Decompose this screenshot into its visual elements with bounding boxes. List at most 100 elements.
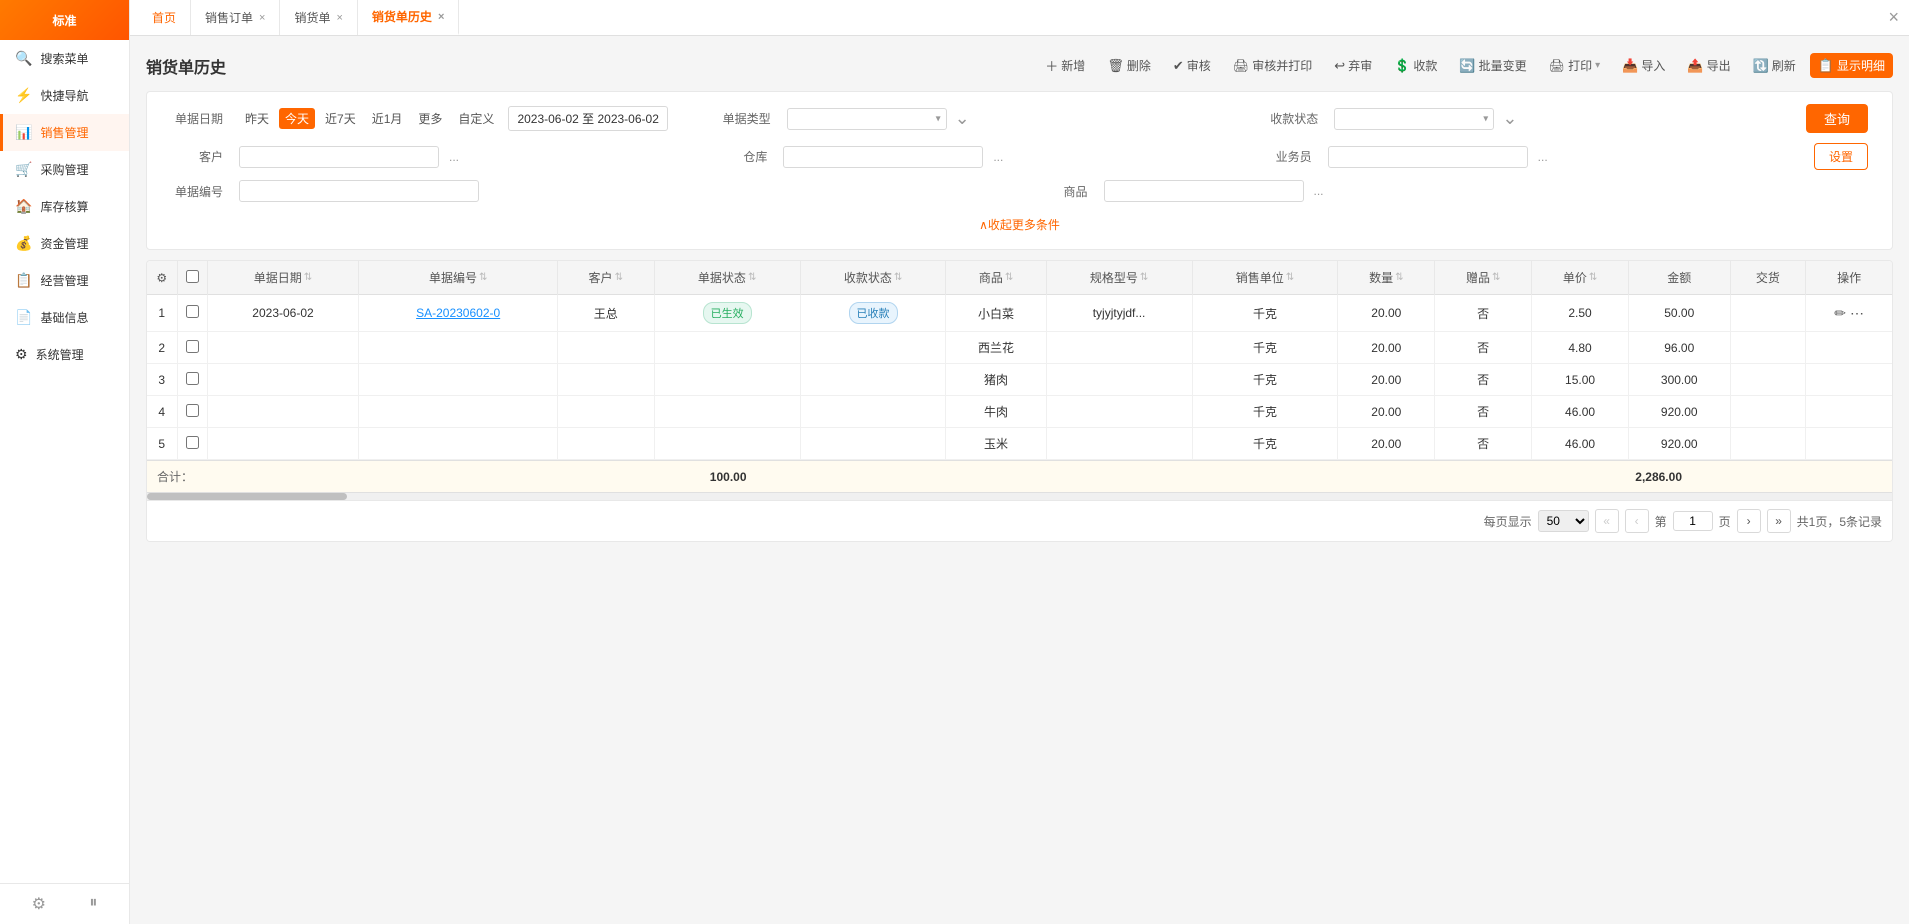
doc-type-select[interactable]	[787, 108, 947, 130]
sidebar-item-ops-mgmt[interactable]: 📋 经营管理	[0, 262, 129, 299]
cell-checkbox-1[interactable]	[177, 295, 207, 332]
shortcut-more[interactable]: 更多	[412, 108, 448, 129]
batch-change-button[interactable]: 🔄 批量变更	[1451, 53, 1534, 78]
customer-input[interactable]	[239, 146, 439, 168]
tab-sales-goods-history[interactable]: 销货单历史 ×	[358, 0, 459, 35]
tab-close-sales-order[interactable]: ×	[259, 12, 265, 24]
th-checkbox[interactable]	[177, 261, 207, 295]
more-op-icon-1[interactable]: ⋯	[1850, 305, 1864, 322]
sidebar-collapse-icon[interactable]: ⏸	[89, 894, 97, 914]
goods-input[interactable]	[1104, 180, 1304, 202]
cell-transaction-1	[1730, 295, 1806, 332]
warehouse-input[interactable]	[783, 146, 983, 168]
cell-doc-no-1[interactable]: SA-20230602-0	[359, 295, 557, 332]
sidebar-settings-icon[interactable]: ⚙	[32, 894, 46, 914]
cell-goods-3: 猪肉	[946, 364, 1046, 396]
collect-status-select[interactable]	[1334, 108, 1494, 130]
collect-button[interactable]: 💲 收款	[1386, 53, 1445, 78]
import-button[interactable]: 📥 导入	[1614, 53, 1673, 78]
cell-doc-date-5	[207, 428, 359, 460]
shortcut-7days[interactable]: 近7天	[319, 108, 362, 129]
refresh-button[interactable]: 🔃 刷新	[1745, 53, 1804, 78]
doc-no-link-1[interactable]: SA-20230602-0	[416, 306, 500, 320]
salesperson-ellipsis[interactable]: ...	[1538, 150, 1548, 164]
last-page-button[interactable]: »	[1767, 509, 1791, 533]
document-icon: 📄	[15, 309, 32, 326]
cell-checkbox-2[interactable]	[177, 332, 207, 364]
sort-customer-icon[interactable]: ⇅	[615, 272, 623, 283]
doc-type-dropdown-icon[interactable]: ⌄	[955, 108, 970, 129]
sort-unit-icon[interactable]: ⇅	[1286, 272, 1294, 283]
sidebar-item-inventory-calc[interactable]: 🏠 库存核算	[0, 188, 129, 225]
sort-spec-icon[interactable]: ⇅	[1140, 272, 1148, 283]
tab-close-sales-goods[interactable]: ×	[336, 12, 342, 24]
collect-status-dropdown-icon[interactable]: ⌄	[1502, 108, 1517, 129]
sort-doc-date-icon[interactable]: ⇅	[304, 272, 312, 283]
row-checkbox-1[interactable]	[186, 305, 199, 318]
goods-ellipsis[interactable]: ...	[1314, 184, 1324, 198]
row-checkbox-3[interactable]	[186, 372, 199, 385]
cell-checkbox-3[interactable]	[177, 364, 207, 396]
review-button[interactable]: ✔ 审核	[1165, 53, 1219, 78]
settings-icon[interactable]: ⚙	[156, 271, 167, 285]
row-checkbox-2[interactable]	[186, 340, 199, 353]
set-button[interactable]: 设置	[1814, 143, 1868, 170]
date-range-input[interactable]: 2023-06-02 至 2023-06-02	[508, 106, 667, 131]
shortcut-yesterday[interactable]: 昨天	[239, 108, 275, 129]
doc-no-input[interactable]	[239, 180, 479, 202]
cell-ops-3	[1806, 364, 1892, 396]
scrollbar-thumb[interactable]	[147, 493, 347, 500]
print-dropdown-icon[interactable]: ▾	[1595, 60, 1600, 71]
collapse-button[interactable]: ∧ 收起更多条件	[975, 212, 1064, 237]
select-all-checkbox[interactable]	[186, 270, 199, 283]
warehouse-ellipsis[interactable]: ...	[993, 150, 1003, 164]
prev-page-button[interactable]: ‹	[1625, 509, 1649, 533]
show-detail-button[interactable]: 📋 显示明细	[1810, 53, 1893, 78]
row-checkbox-5[interactable]	[186, 436, 199, 449]
sidebar-item-quick-nav[interactable]: ⚡ 快捷导航	[0, 77, 129, 114]
sort-goods-icon[interactable]: ⇅	[1005, 272, 1013, 283]
print-button[interactable]: 🖨 打印 ▾	[1541, 53, 1609, 78]
tab-sales-goods[interactable]: 销货单 ×	[280, 0, 357, 35]
shortcut-custom[interactable]: 自定义	[452, 108, 500, 129]
customer-ellipsis[interactable]: ...	[449, 150, 459, 164]
shortcut-today[interactable]: 今天	[279, 108, 315, 129]
horizontal-scrollbar[interactable]	[147, 492, 1892, 500]
sort-collect-status-icon[interactable]: ⇅	[894, 272, 902, 283]
edit-icon-1[interactable]: ✏	[1834, 305, 1846, 322]
delete-button[interactable]: 🗑 删除	[1099, 53, 1159, 78]
sort-qty-icon[interactable]: ⇅	[1395, 272, 1403, 283]
sidebar-item-search-menu[interactable]: 🔍 搜索菜单	[0, 40, 129, 77]
salesperson-input[interactable]	[1328, 146, 1528, 168]
sidebar-item-sales-mgmt[interactable]: 📊 销售管理	[0, 114, 129, 151]
tab-home[interactable]: 首页	[138, 0, 191, 35]
page-suffix: 页	[1719, 513, 1731, 530]
sort-doc-no-icon[interactable]: ⇅	[479, 272, 487, 283]
sidebar-item-sys-mgmt[interactable]: ⚙ 系统管理	[0, 336, 129, 373]
row-checkbox-4[interactable]	[186, 404, 199, 417]
tab-close-sales-goods-history[interactable]: ×	[438, 11, 444, 23]
page-input[interactable]: 1	[1673, 511, 1713, 531]
query-button[interactable]: 查询	[1806, 104, 1868, 133]
export-button[interactable]: 📤 导出	[1679, 53, 1738, 78]
sort-gift-icon[interactable]: ⇅	[1492, 272, 1500, 283]
new-button[interactable]: ＋ 新增	[1037, 52, 1093, 79]
warehouse-group: ...	[783, 146, 1235, 168]
cell-checkbox-4[interactable]	[177, 396, 207, 428]
per-page-select[interactable]: 50 20 100	[1538, 510, 1589, 532]
tab-sales-order[interactable]: 销售订单 ×	[191, 0, 280, 35]
sidebar-item-base-info[interactable]: 📄 基础信息	[0, 299, 129, 336]
sidebar-item-purchase-mgmt[interactable]: 🛒 采购管理	[0, 151, 129, 188]
next-page-button[interactable]: ›	[1737, 509, 1761, 533]
first-page-button[interactable]: «	[1595, 509, 1619, 533]
sort-doc-status-icon[interactable]: ⇅	[748, 272, 756, 283]
cell-row-no-4: 4	[147, 396, 177, 428]
cell-checkbox-5[interactable]	[177, 428, 207, 460]
sidebar-item-finance-mgmt[interactable]: 💰 资金管理	[0, 225, 129, 262]
abandon-button[interactable]: ↩ 弃审	[1326, 53, 1380, 78]
shortcut-month[interactable]: 近1月	[366, 108, 409, 129]
tabs-close-all[interactable]: ×	[1888, 7, 1909, 28]
th-gear[interactable]: ⚙	[147, 261, 177, 295]
sort-unit-price-icon[interactable]: ⇅	[1589, 272, 1597, 283]
review-print-button[interactable]: 🖨 审核并打印	[1225, 53, 1321, 78]
